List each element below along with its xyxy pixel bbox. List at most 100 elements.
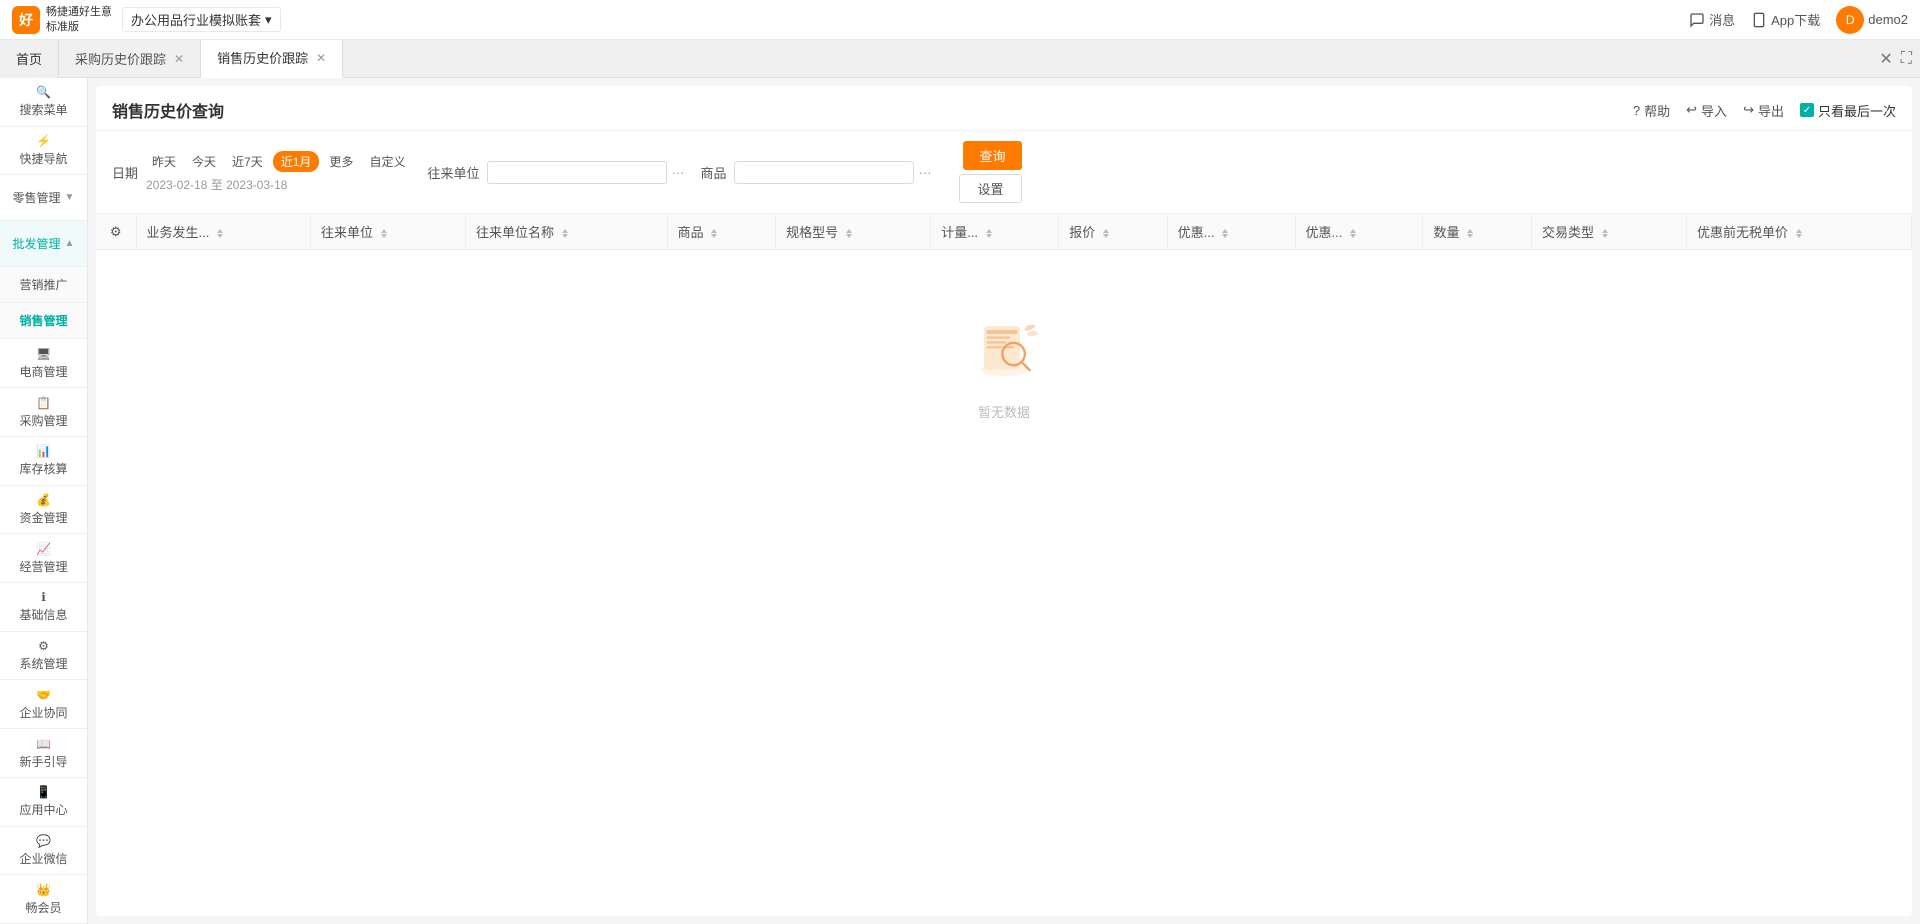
sort-up <box>711 229 717 233</box>
date-shortcuts: 昨天 今天 近7天 近1月 更多 自定义 <box>146 151 411 172</box>
sort-down <box>1350 234 1356 238</box>
tab-close-purchase[interactable]: ✕ <box>174 52 184 66</box>
th-trade-type[interactable]: 交易类型 <box>1531 214 1686 250</box>
logo-icon: 好 <box>12 6 40 34</box>
only-last-checkbox[interactable]: ✓ 只看最后一次 <box>1800 101 1896 120</box>
th-quoted-price[interactable]: 报价 <box>1059 214 1168 250</box>
sort-up <box>1350 229 1356 233</box>
sidebar-item-finance-mgmt[interactable]: 💰 资金管理 <box>0 486 87 535</box>
sidebar-item-system-mgmt[interactable]: ⚙ 系统管理 <box>0 632 87 681</box>
th-product[interactable]: 商品 <box>667 214 776 250</box>
date-btn-today[interactable]: 今天 <box>186 151 222 172</box>
search-button[interactable]: 查询 <box>963 141 1021 170</box>
th-partner-name[interactable]: 往来单位名称 <box>466 214 668 250</box>
sort-up <box>381 229 387 233</box>
sort-down <box>1602 234 1608 238</box>
quick-nav-icon: ⚡ <box>36 134 51 148</box>
system-icon: ⚙ <box>38 639 49 653</box>
sidebar-item-retail-mgmt[interactable]: 零售管理 ▼ <box>0 175 87 221</box>
sidebar-item-enterprise-collab[interactable]: 🤝 企业协同 <box>0 680 87 729</box>
sort-up <box>562 229 568 233</box>
product-filter-group: 商品 ··· <box>700 161 931 184</box>
sidebar-item-marketing[interactable]: 营销推广 <box>0 267 87 303</box>
product-label: 商品 <box>700 163 726 182</box>
date-btn-custom[interactable]: 自定义 <box>363 151 411 172</box>
chevron-up-icon: ▲ <box>65 238 75 249</box>
date-label: 日期 <box>112 163 138 182</box>
member-icon: 👑 <box>36 883 51 897</box>
content-area: 销售历史价查询 ? 帮助 ↩ 导入 ↪ 导出 ✓ <box>88 78 1920 924</box>
help-icon: ? <box>1633 103 1640 118</box>
product-input[interactable] <box>734 161 914 184</box>
header-left: 好 畅捷通好生意 标准版 办公用品行业模拟账套 ▾ <box>12 5 281 34</box>
th-discount1[interactable]: 优惠... <box>1167 214 1295 250</box>
sort-arrows-pre-tax <box>1796 229 1802 238</box>
sidebar-item-member[interactable]: 👑 畅会员 <box>0 875 87 924</box>
partner-input[interactable] <box>487 161 667 184</box>
sort-down <box>381 234 387 238</box>
date-btn-more[interactable]: 更多 <box>323 151 359 172</box>
sidebar-item-enterprise-wechat[interactable]: 💬 企业微信 <box>0 827 87 876</box>
import-button[interactable]: ↩ 导入 <box>1686 101 1727 120</box>
sort-arrows-quoted <box>1103 229 1109 238</box>
tab-close-sales[interactable]: ✕ <box>316 51 326 65</box>
th-spec[interactable]: 规格型号 <box>776 214 931 250</box>
header-right: 消息 App下载 D demo2 <box>1689 6 1908 34</box>
finance-icon: 💰 <box>36 493 51 507</box>
partner-dots-button[interactable]: ··· <box>671 165 684 180</box>
sidebar-item-app-center[interactable]: 📱 应用中心 <box>0 778 87 827</box>
export-icon: ↪ <box>1743 102 1754 118</box>
tab-home[interactable]: 首页 <box>0 40 59 78</box>
sidebar-item-wholesale-mgmt[interactable]: 批发管理 ▲ <box>0 221 87 267</box>
th-settings[interactable]: ⚙ <box>96 214 136 250</box>
purchase-icon: 📋 <box>36 396 51 410</box>
sort-down <box>1222 234 1228 238</box>
sidebar-item-search-menu[interactable]: 🔍 搜索菜单 <box>0 78 87 127</box>
ecommerce-icon: 🖥 <box>36 347 51 361</box>
tab-sales-history[interactable]: 销售历史价跟踪 ✕ <box>201 40 343 78</box>
sidebar-item-new-guide[interactable]: 📖 新手引导 <box>0 729 87 778</box>
export-button[interactable]: ↪ 导出 <box>1743 101 1784 120</box>
sort-down <box>986 234 992 238</box>
company-selector[interactable]: 办公用品行业模拟账套 ▾ <box>122 7 281 32</box>
sidebar-item-operations-mgmt[interactable]: 📈 经营管理 <box>0 534 87 583</box>
sidebar-item-quick-nav[interactable]: ⚡ 快捷导航 <box>0 127 87 176</box>
sidebar-item-purchase-mgmt[interactable]: 📋 采购管理 <box>0 388 87 437</box>
date-btn-yesterday[interactable]: 昨天 <box>146 151 182 172</box>
app-download-button[interactable]: App下载 <box>1751 10 1820 29</box>
date-btn-7days[interactable]: 近7天 <box>226 151 269 172</box>
app-center-icon: 📱 <box>36 785 51 799</box>
th-biz-date[interactable]: 业务发生... <box>136 214 310 250</box>
date-btn-1month[interactable]: 近1月 <box>273 151 320 172</box>
settings-button[interactable]: 设置 <box>959 174 1021 203</box>
user-menu[interactable]: D demo2 <box>1836 6 1908 34</box>
sort-up <box>1222 229 1228 233</box>
th-unit[interactable]: 计量... <box>931 214 1059 250</box>
message-button[interactable]: 消息 <box>1689 10 1735 29</box>
sidebar-item-inventory[interactable]: 📊 库存核算 <box>0 437 87 486</box>
th-pre-tax-price[interactable]: 优惠前无税单价 <box>1687 214 1912 250</box>
th-discount2[interactable]: 优惠... <box>1295 214 1423 250</box>
basic-info-icon: ℹ <box>41 590 46 604</box>
help-button[interactable]: ? 帮助 <box>1633 101 1670 120</box>
tab-bar: 首页 采购历史价跟踪 ✕ 销售历史价跟踪 ✕ ✕ ⛶ <box>0 40 1920 78</box>
th-partner-code[interactable]: 往来单位 <box>310 214 465 250</box>
main-layout: 🔍 搜索菜单 ⚡ 快捷导航 零售管理 ▼ 批发管理 ▲ 营销推广 销售管理 🖥 … <box>0 78 1920 924</box>
fullscreen-icon[interactable]: ⛶ <box>1901 50 1912 68</box>
close-all-tabs-icon[interactable]: ✕ <box>1879 49 1892 69</box>
sort-down <box>1467 234 1473 238</box>
sort-arrows-discount1 <box>1222 229 1228 238</box>
operations-icon: 📈 <box>36 542 51 556</box>
sidebar-item-sales-mgmt[interactable]: 销售管理 <box>0 303 87 339</box>
page-content: 销售历史价查询 ? 帮助 ↩ 导入 ↪ 导出 ✓ <box>96 86 1912 916</box>
logo-area: 好 畅捷通好生意 标准版 <box>12 5 112 34</box>
sidebar-item-ecommerce-mgmt[interactable]: 🖥 电商管理 <box>0 339 87 388</box>
product-dots-button[interactable]: ··· <box>918 165 931 180</box>
avatar: D <box>1836 6 1864 34</box>
sort-down <box>217 234 223 238</box>
sidebar-item-basic-info[interactable]: ℹ 基础信息 <box>0 583 87 632</box>
sort-down <box>1103 234 1109 238</box>
tab-purchase-history[interactable]: 采购历史价跟踪 ✕ <box>59 40 201 78</box>
partner-filter-group: 往来单位 ··· <box>427 161 684 184</box>
th-quantity[interactable]: 数量 <box>1423 214 1532 250</box>
